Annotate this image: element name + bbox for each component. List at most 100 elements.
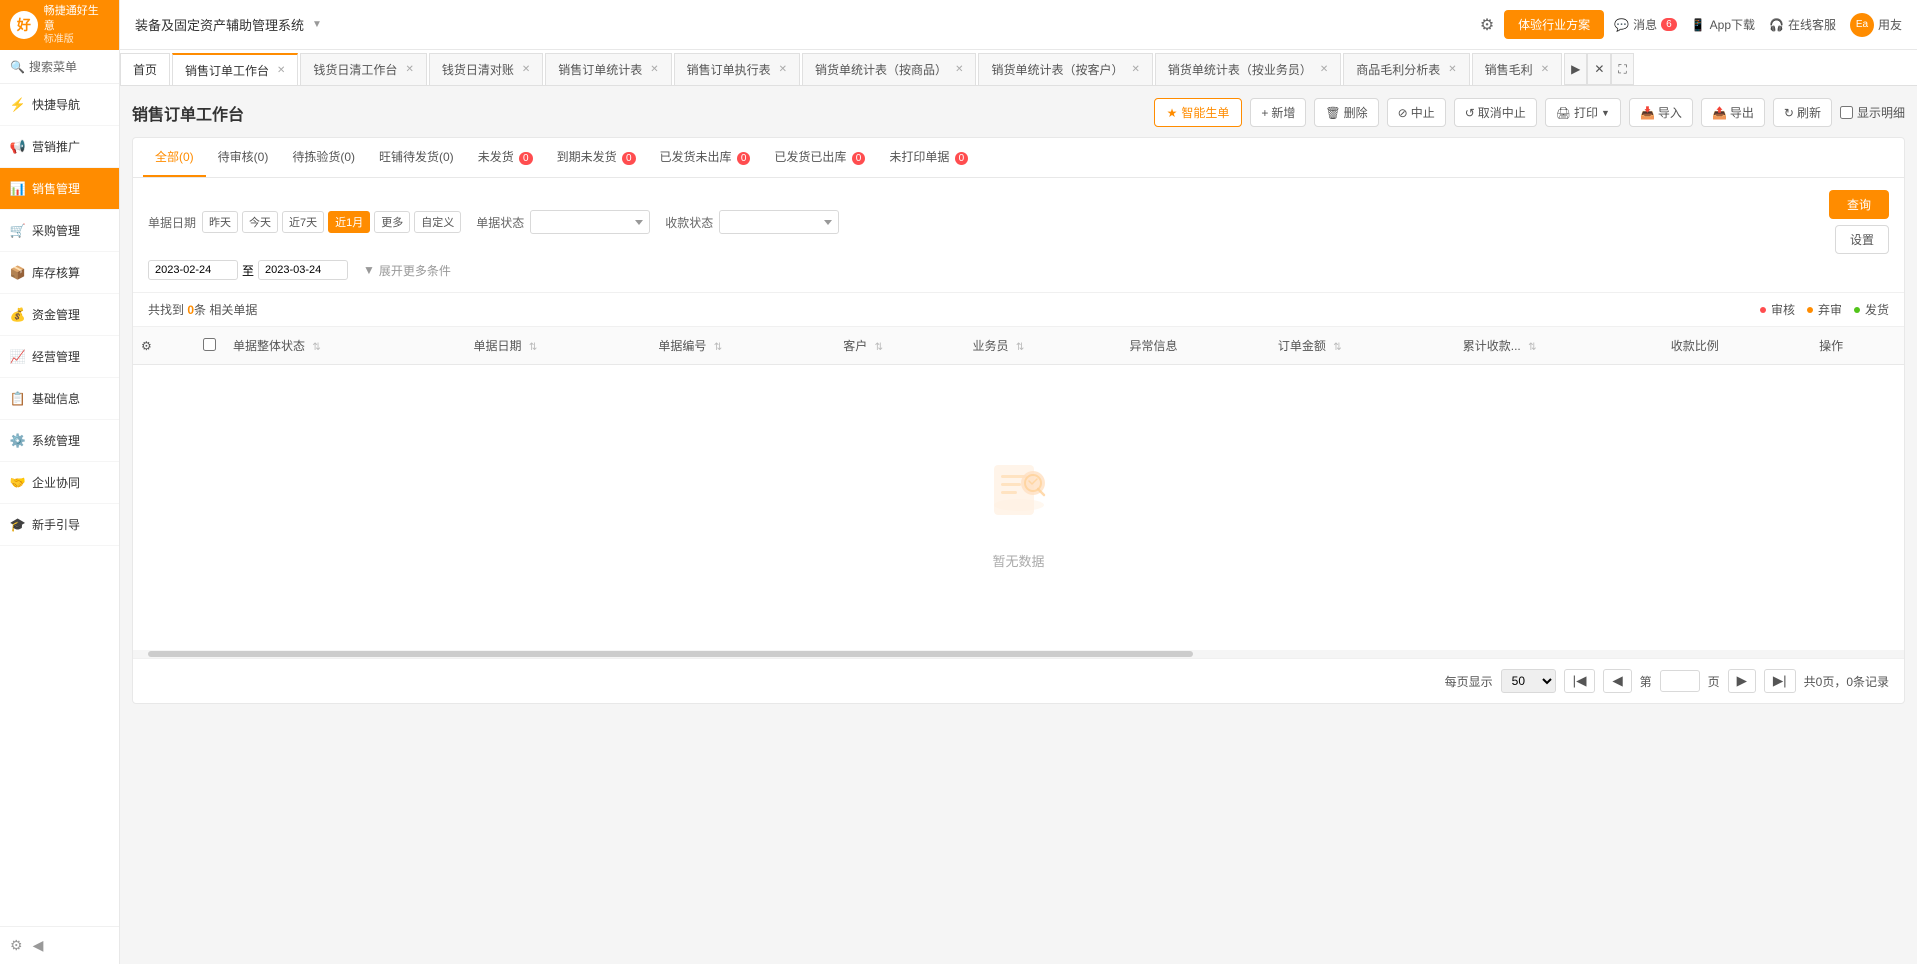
user-menu-btn[interactable]: Ea 用友	[1850, 13, 1902, 37]
logo: 好 畅捷通好生意 标准版	[0, 0, 119, 50]
th-customer-sort[interactable]: ⇅	[875, 342, 883, 353]
show-detail-label[interactable]: 显示明细	[1840, 104, 1905, 121]
tab-sales-workbench[interactable]: 销售订单工作台 ✕	[172, 53, 298, 85]
app-download-btn[interactable]: 📱 App下载	[1691, 16, 1755, 33]
delete-btn[interactable]: 🗑 删除	[1314, 98, 1378, 127]
stop-btn[interactable]: ⊘ 中止	[1387, 98, 1446, 127]
export-icon: 📤	[1712, 106, 1727, 120]
th-settings[interactable]: ⚙	[133, 327, 195, 365]
scrollbar-thumb[interactable]	[148, 651, 1193, 657]
sidebar-item-system[interactable]: ⚙️ 系统管理	[0, 420, 119, 462]
tab-nav-forward-btn[interactable]: ▶	[1564, 53, 1587, 85]
page-number-input[interactable]: 1	[1660, 670, 1700, 692]
message-btn[interactable]: 💬 消息 6	[1614, 16, 1677, 33]
tab-cash-clearance[interactable]: 钱货日清工作台 ✕	[300, 53, 426, 85]
print-btn[interactable]: 🖨 打印 ▼	[1545, 98, 1621, 127]
tab-cash-reconciliation[interactable]: 钱货日清对账 ✕	[429, 53, 543, 85]
sidebar-item-finance[interactable]: 💰 资金管理	[0, 294, 119, 336]
th-date-sort[interactable]: ⇅	[529, 342, 537, 353]
tab-goods-stats-staff[interactable]: 销货单统计表（按业务员） ✕	[1155, 53, 1341, 85]
th-amount-sort[interactable]: ⇅	[1333, 342, 1341, 353]
date-btn-yesterday[interactable]: 昨天	[202, 211, 238, 233]
date-btn-1month[interactable]: 近1月	[328, 211, 370, 233]
page-prev-btn[interactable]: ◀	[1603, 669, 1631, 693]
tab-goods-stats-product[interactable]: 销货单统计表（按商品） ✕	[802, 53, 976, 85]
status-select[interactable]	[530, 210, 650, 234]
date-from-input[interactable]	[148, 260, 238, 280]
search-settings-btn[interactable]: 设置	[1835, 225, 1889, 254]
tab-close-goods-stats-staff[interactable]: ✕	[1320, 64, 1328, 75]
filter-tab-shipped-out[interactable]: 已发货已出库 0	[762, 138, 877, 177]
date-to-input[interactable]	[258, 260, 348, 280]
search-menu-item[interactable]: 🔍 搜索菜单	[0, 50, 119, 84]
select-all-checkbox[interactable]	[203, 338, 216, 351]
refresh-btn[interactable]: ↻ 刷新	[1773, 98, 1832, 127]
sidebar-item-quick-nav[interactable]: ⚡ 快捷导航	[0, 84, 119, 126]
sidebar-item-guide[interactable]: 🎓 新手引导	[0, 504, 119, 546]
settings-bottom-icon[interactable]: ⚙	[10, 937, 23, 954]
filter-tab-pending-audit[interactable]: 待审核(0)	[206, 138, 281, 177]
tab-close-sales-execution[interactable]: ✕	[779, 64, 787, 75]
sidebar-item-basic-info[interactable]: 📋 基础信息	[0, 378, 119, 420]
sidebar-item-sales[interactable]: 📊 销售管理	[0, 168, 119, 210]
filter-tab-wangpu-pending[interactable]: 旺铺待发货(0)	[367, 138, 466, 177]
filter-tab-overdue-not-shipped[interactable]: 到期未发货 0	[545, 138, 648, 177]
date-btn-more[interactable]: 更多	[374, 211, 410, 233]
sidebar-item-inventory[interactable]: 📦 库存核算	[0, 252, 119, 294]
sidebar-item-operations[interactable]: 📈 经营管理	[0, 336, 119, 378]
date-btn-7days[interactable]: 近7天	[282, 211, 324, 233]
date-btn-custom[interactable]: 自定义	[414, 211, 461, 233]
smart-create-btn[interactable]: ★ 智能生单	[1154, 98, 1243, 127]
tab-close-cash-clearance[interactable]: ✕	[405, 64, 413, 75]
tab-close-sales-stats[interactable]: ✕	[650, 64, 658, 75]
filter-tab-shipped-not-out[interactable]: 已发货未出库 0	[648, 138, 763, 177]
payment-select[interactable]	[719, 210, 839, 234]
tab-close-sales-profit[interactable]: ✕	[1541, 64, 1549, 75]
online-service-btn[interactable]: 🎧 在线客服	[1769, 16, 1836, 33]
topbar-settings-icon[interactable]: ⚙	[1480, 15, 1494, 35]
audit-action-btn[interactable]: 审核	[1760, 301, 1795, 318]
tab-close-all-btn[interactable]: ✕	[1587, 53, 1611, 85]
tab-close-sales-workbench[interactable]: ✕	[277, 65, 285, 76]
sidebar-item-enterprise[interactable]: 🤝 企业协同	[0, 462, 119, 504]
page-last-btn[interactable]: ▶|	[1764, 669, 1796, 693]
cancel-stop-btn[interactable]: ↺ 取消中止	[1454, 98, 1537, 127]
query-btn[interactable]: 查询	[1829, 190, 1889, 219]
filter-tab-all[interactable]: 全部(0)	[143, 138, 206, 177]
tab-sales-stats[interactable]: 销售订单统计表 ✕	[545, 53, 671, 85]
page-size-select[interactable]: 50 100	[1501, 669, 1556, 693]
date-btn-today[interactable]: 今天	[242, 211, 278, 233]
import-btn[interactable]: 📥 导入	[1629, 98, 1693, 127]
collapse-icon[interactable]: ◀	[33, 937, 44, 954]
revoke-action-btn[interactable]: 弃审	[1807, 301, 1842, 318]
th-number-sort[interactable]: ⇅	[714, 342, 722, 353]
tab-close-goods-stats-product[interactable]: ✕	[955, 64, 963, 75]
tab-maximize-btn[interactable]: ⛶	[1611, 53, 1633, 85]
th-checkbox[interactable]	[195, 327, 225, 365]
th-salesman-sort[interactable]: ⇅	[1016, 342, 1024, 353]
page-first-btn[interactable]: |◀	[1564, 669, 1596, 693]
horizontal-scrollbar[interactable]	[133, 650, 1904, 658]
tab-home[interactable]: 首页	[120, 53, 170, 85]
th-status-sort[interactable]: ⇅	[312, 342, 320, 353]
ship-action-btn[interactable]: 发货	[1854, 301, 1889, 318]
tab-close-cash-reconciliation[interactable]: ✕	[522, 64, 530, 75]
show-detail-checkbox[interactable]	[1840, 106, 1853, 119]
sidebar-item-marketing[interactable]: 📢 营销推广	[0, 126, 119, 168]
filter-tab-pending-inspect[interactable]: 待拣验货(0)	[280, 138, 367, 177]
tab-goods-stats-customer[interactable]: 销货单统计表（按客户） ✕	[978, 53, 1152, 85]
filter-tab-not-printed[interactable]: 未打印单据 0	[877, 138, 980, 177]
new-btn[interactable]: + 新增	[1250, 98, 1306, 127]
th-cumulative-sort[interactable]: ⇅	[1528, 342, 1536, 353]
tab-close-profit-analysis[interactable]: ✕	[1448, 64, 1456, 75]
tab-sales-execution[interactable]: 销售订单执行表 ✕	[674, 53, 800, 85]
sidebar-item-purchase[interactable]: 🛒 采购管理	[0, 210, 119, 252]
expand-conditions-btn[interactable]: ▼ 展开更多条件	[363, 262, 451, 279]
industry-btn[interactable]: 体验行业方案	[1504, 10, 1604, 39]
tab-profit-analysis[interactable]: 商品毛利分析表 ✕	[1343, 53, 1469, 85]
filter-tab-not-shipped[interactable]: 未发货 0	[466, 138, 545, 177]
page-next-btn[interactable]: ▶	[1728, 669, 1756, 693]
tab-sales-profit[interactable]: 销售毛利 ✕	[1472, 53, 1562, 85]
export-btn[interactable]: 📤 导出	[1701, 98, 1765, 127]
tab-close-goods-stats-customer[interactable]: ✕	[1131, 64, 1139, 75]
